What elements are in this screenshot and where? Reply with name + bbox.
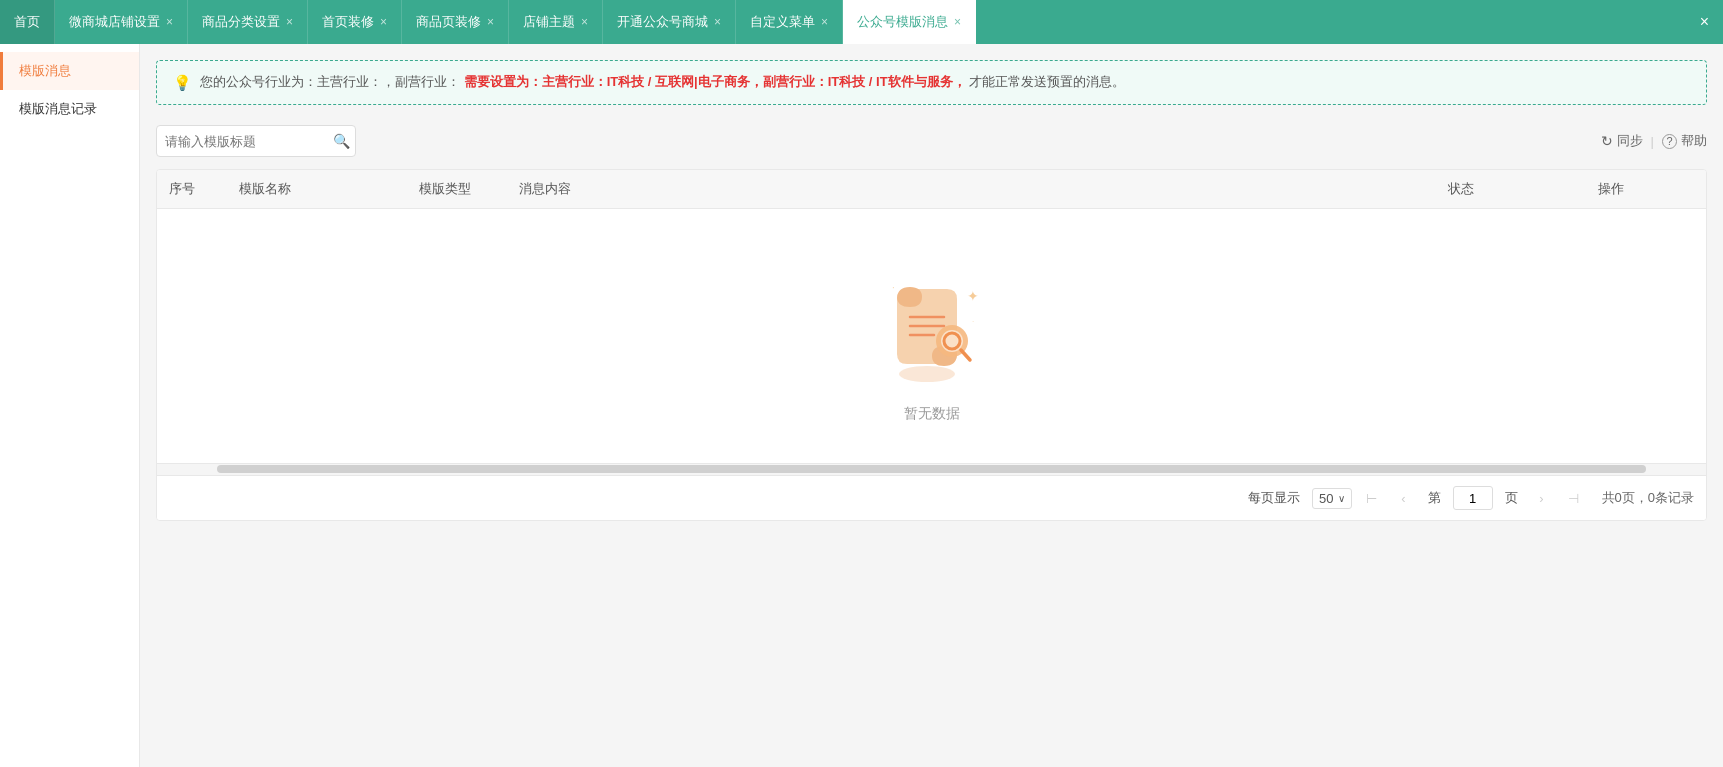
help-button[interactable]: ? 帮助	[1662, 132, 1707, 150]
nav-tab-custom-menu-close[interactable]: ×	[821, 15, 828, 29]
svg-text:·: ·	[972, 317, 974, 326]
page-word: 页	[1505, 489, 1518, 507]
page-last-button[interactable]: ⊣	[1562, 486, 1586, 510]
nav-tab-template-msg[interactable]: 公众号模版消息 ×	[843, 0, 976, 44]
help-icon: ?	[1662, 134, 1677, 149]
nav-tab-open-store[interactable]: 开通公众号商城 ×	[603, 0, 736, 44]
sync-label: 同步	[1617, 132, 1643, 150]
search-input[interactable]	[165, 134, 333, 149]
table-header: 序号 模版名称 模版类型 消息内容 状态 操作	[157, 170, 1706, 209]
sync-icon: ↻	[1601, 133, 1613, 149]
page-prev-button[interactable]: ‹	[1392, 486, 1416, 510]
content-area: 💡 您的公众号行业为：主营行业：，副营行业： 需要设置为：主营行业：IT科技 /…	[140, 44, 1723, 767]
sidebar-item-template-msg-label: 模版消息	[19, 63, 71, 78]
search-box: 🔍	[156, 125, 356, 157]
th-type: 模版类型	[407, 170, 507, 208]
sidebar-item-template-msg[interactable]: 模版消息	[0, 52, 139, 90]
nav-tab-store-theme-label: 店铺主题	[523, 13, 575, 31]
svg-text:·: ·	[892, 282, 895, 293]
page-size-label: 每页显示	[1248, 489, 1300, 507]
page-di-word: 第	[1428, 489, 1441, 507]
page-next-button[interactable]: ›	[1530, 486, 1554, 510]
top-nav: 首页 微商城店铺设置 × 商品分类设置 × 首页装修 × 商品页装修 × 店铺主…	[0, 0, 1723, 44]
nav-tab-custom-menu[interactable]: 自定义菜单 ×	[736, 0, 843, 44]
empty-text: 暂无数据	[904, 405, 960, 423]
th-name: 模版名称	[227, 170, 407, 208]
nav-tab-open-store-label: 开通公众号商城	[617, 13, 708, 31]
nav-tab-homepage-decor-close[interactable]: ×	[380, 15, 387, 29]
svg-text:✦: ✦	[967, 288, 979, 304]
sidebar-item-template-msg-log-label: 模版消息记录	[19, 101, 97, 116]
notice-text-highlight: 需要设置为：主营行业：IT科技 / 互联网|电子商务，副营行业：IT科技 / I…	[464, 74, 966, 89]
notice-box: 💡 您的公众号行业为：主营行业：，副营行业： 需要设置为：主营行业：IT科技 /…	[156, 60, 1707, 105]
sidebar: 模版消息 模版消息记录	[0, 44, 140, 767]
empty-illustration: ✦ · ·	[872, 269, 992, 389]
nav-close-all-button[interactable]: ×	[1686, 0, 1723, 44]
th-content: 消息内容	[507, 170, 1436, 208]
toolbar: 🔍 ↻ 同步 | ? 帮助	[156, 125, 1707, 157]
page-size-select[interactable]: 50 ∨	[1312, 488, 1351, 509]
notice-text-prefix: 您的公众号行业为：主营行业：，副营行业：	[200, 74, 460, 89]
nav-tab-store-theme-close[interactable]: ×	[581, 15, 588, 29]
scroll-bar-track[interactable]	[217, 465, 1646, 473]
nav-tab-category-settings[interactable]: 商品分类设置 ×	[188, 0, 308, 44]
nav-tab-custom-menu-label: 自定义菜单	[750, 13, 815, 31]
nav-tab-homepage-decor-label: 首页装修	[322, 13, 374, 31]
th-action: 操作	[1586, 170, 1706, 208]
bulb-icon: 💡	[173, 74, 192, 92]
nav-tab-template-msg-label: 公众号模版消息	[857, 13, 948, 31]
main-layout: 模版消息 模版消息记录 💡 您的公众号行业为：主营行业：，副营行业： 需要设置为…	[0, 44, 1723, 767]
page-size-value: 50	[1319, 491, 1333, 506]
page-total-text: 共0页，0条记录	[1602, 489, 1694, 507]
nav-tab-product-decor-close[interactable]: ×	[487, 15, 494, 29]
th-status: 状态	[1436, 170, 1586, 208]
nav-tab-home[interactable]: 首页	[0, 0, 55, 44]
toolbar-right: ↻ 同步 | ? 帮助	[1601, 132, 1707, 150]
help-label: 帮助	[1681, 132, 1707, 150]
data-table: 序号 模版名称 模版类型 消息内容 状态 操作	[156, 169, 1707, 521]
page-size-chevron-icon: ∨	[1338, 493, 1345, 504]
nav-tab-home-label: 首页	[14, 13, 40, 31]
nav-tab-shop-settings-close[interactable]: ×	[166, 15, 173, 29]
pagination: 每页显示 50 ∨ ⊢ ‹ 第 页 › ⊣ 共0页，0条记录	[157, 475, 1706, 520]
sidebar-item-template-msg-log[interactable]: 模版消息记录	[0, 90, 139, 128]
nav-tab-category-close[interactable]: ×	[286, 15, 293, 29]
empty-state: ✦ · · 暂无数据	[157, 209, 1706, 463]
nav-tab-product-decor[interactable]: 商品页装修 ×	[402, 0, 509, 44]
sync-button[interactable]: ↻ 同步	[1601, 132, 1643, 150]
page-current-input[interactable]	[1453, 486, 1493, 510]
nav-tab-product-decor-label: 商品页装修	[416, 13, 481, 31]
svg-point-0	[899, 366, 955, 382]
search-icon[interactable]: 🔍	[333, 133, 350, 149]
scroll-bar-area[interactable]	[157, 463, 1706, 475]
nav-tab-category-settings-label: 商品分类设置	[202, 13, 280, 31]
notice-text: 您的公众号行业为：主营行业：，副营行业： 需要设置为：主营行业：IT科技 / 互…	[200, 73, 1125, 91]
nav-tab-shop-settings-label: 微商城店铺设置	[69, 13, 160, 31]
page-first-button[interactable]: ⊢	[1360, 486, 1384, 510]
notice-text-suffix: 才能正常发送预置的消息。	[969, 74, 1125, 89]
th-seq: 序号	[157, 170, 227, 208]
nav-tab-store-theme[interactable]: 店铺主题 ×	[509, 0, 603, 44]
toolbar-divider: |	[1651, 134, 1654, 149]
nav-tab-open-store-close[interactable]: ×	[714, 15, 721, 29]
nav-tab-template-msg-close[interactable]: ×	[954, 15, 961, 29]
svg-line-7	[961, 350, 970, 360]
nav-tab-homepage-decor[interactable]: 首页装修 ×	[308, 0, 402, 44]
nav-tab-shop-settings[interactable]: 微商城店铺设置 ×	[55, 0, 188, 44]
